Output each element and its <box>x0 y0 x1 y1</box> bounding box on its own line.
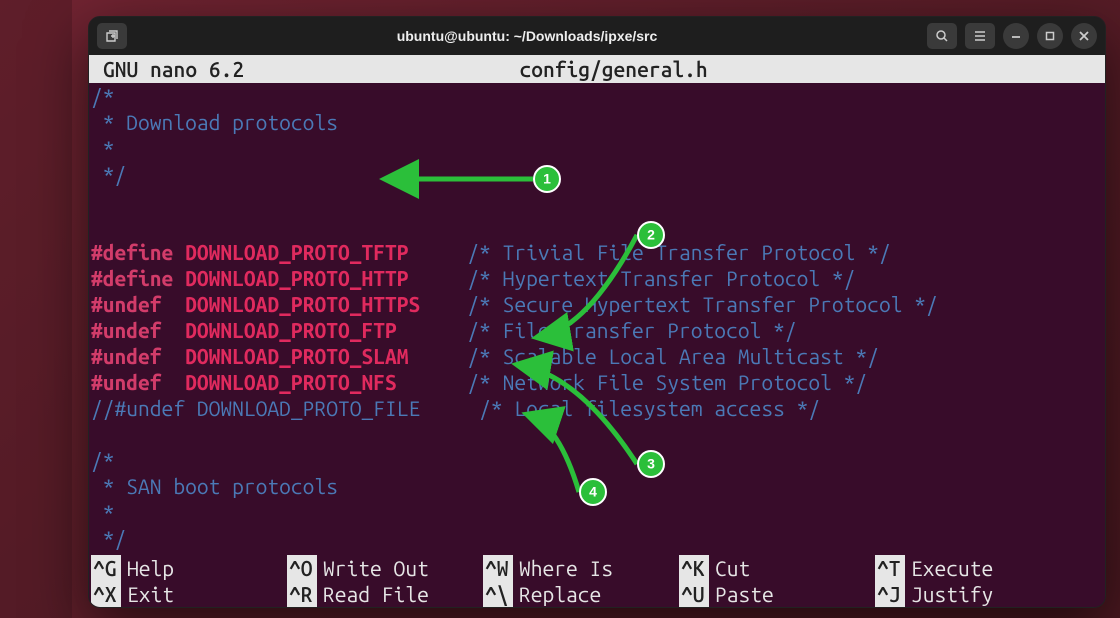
minimize-icon <box>1010 30 1022 42</box>
nano-filename: config/general.h <box>124 56 1103 82</box>
maximize-icon <box>1044 30 1056 42</box>
close-button[interactable] <box>1071 23 1097 49</box>
shortcut-label: Help <box>121 555 174 581</box>
shortcut-key: ^\ <box>483 581 513 607</box>
shortcut-item: ^OWrite Out <box>287 555 483 581</box>
shortcut-key: ^R <box>287 581 317 607</box>
menu-icon <box>973 29 987 43</box>
shortcut-label: Execute <box>905 555 993 581</box>
nano-header: GNU nano 6.2 config/general.h <box>89 55 1105 83</box>
search-icon <box>935 29 949 43</box>
shortcut-label: Cut <box>709 555 750 581</box>
close-icon <box>1078 30 1090 42</box>
shortcut-key: ^O <box>287 555 317 581</box>
shortcut-item: ^TExecute <box>875 555 1071 581</box>
new-tab-icon <box>105 29 119 43</box>
shortcut-item: ^GHelp <box>91 555 287 581</box>
new-tab-button[interactable] <box>97 23 127 49</box>
minimize-button[interactable] <box>1003 23 1029 49</box>
shortcut-label: Exit <box>121 581 174 607</box>
shortcut-item: ^XExit <box>91 581 287 607</box>
shortcut-key: ^U <box>679 581 709 607</box>
shortcut-item: ^\Replace <box>483 581 679 607</box>
shortcut-label: Paste <box>709 581 774 607</box>
shortcut-label: Write Out <box>317 555 429 581</box>
maximize-button[interactable] <box>1037 23 1063 49</box>
shortcut-item: ^KCut <box>679 555 875 581</box>
editor-area[interactable]: GNU nano 6.2 config/general.h /* * Downl… <box>89 55 1105 607</box>
search-button[interactable] <box>927 23 957 49</box>
shortcut-item: ^UPaste <box>679 581 875 607</box>
code-content: /* * Download protocols * */ #define DOW… <box>89 83 1105 551</box>
titlebar: ubuntu@ubuntu: ~/Downloads/ipxe/src <box>89 17 1105 55</box>
shortcut-item: ^WWhere Is <box>483 555 679 581</box>
menu-button[interactable] <box>965 23 995 49</box>
shortcut-item: ^JJustify <box>875 581 1071 607</box>
shortcut-key: ^G <box>91 555 121 581</box>
shortcut-label: Justify <box>905 581 993 607</box>
shortcut-label: Read File <box>317 581 429 607</box>
shortcut-label: Replace <box>513 581 601 607</box>
shortcut-key: ^X <box>91 581 121 607</box>
shortcut-key: ^W <box>483 555 513 581</box>
window-title: ubuntu@ubuntu: ~/Downloads/ipxe/src <box>135 28 919 44</box>
shortcut-key: ^J <box>875 581 905 607</box>
terminal-window: ubuntu@ubuntu: ~/Downloads/ipxe/src GNU … <box>88 16 1106 608</box>
shortcut-item: ^RRead File <box>287 581 483 607</box>
dock <box>0 0 72 618</box>
shortcut-key: ^K <box>679 555 709 581</box>
shortcut-label: Where Is <box>513 555 613 581</box>
nano-shortcuts: ^GHelp^OWrite Out^WWhere Is^KCut^TExecut… <box>89 555 1105 607</box>
shortcut-key: ^T <box>875 555 905 581</box>
